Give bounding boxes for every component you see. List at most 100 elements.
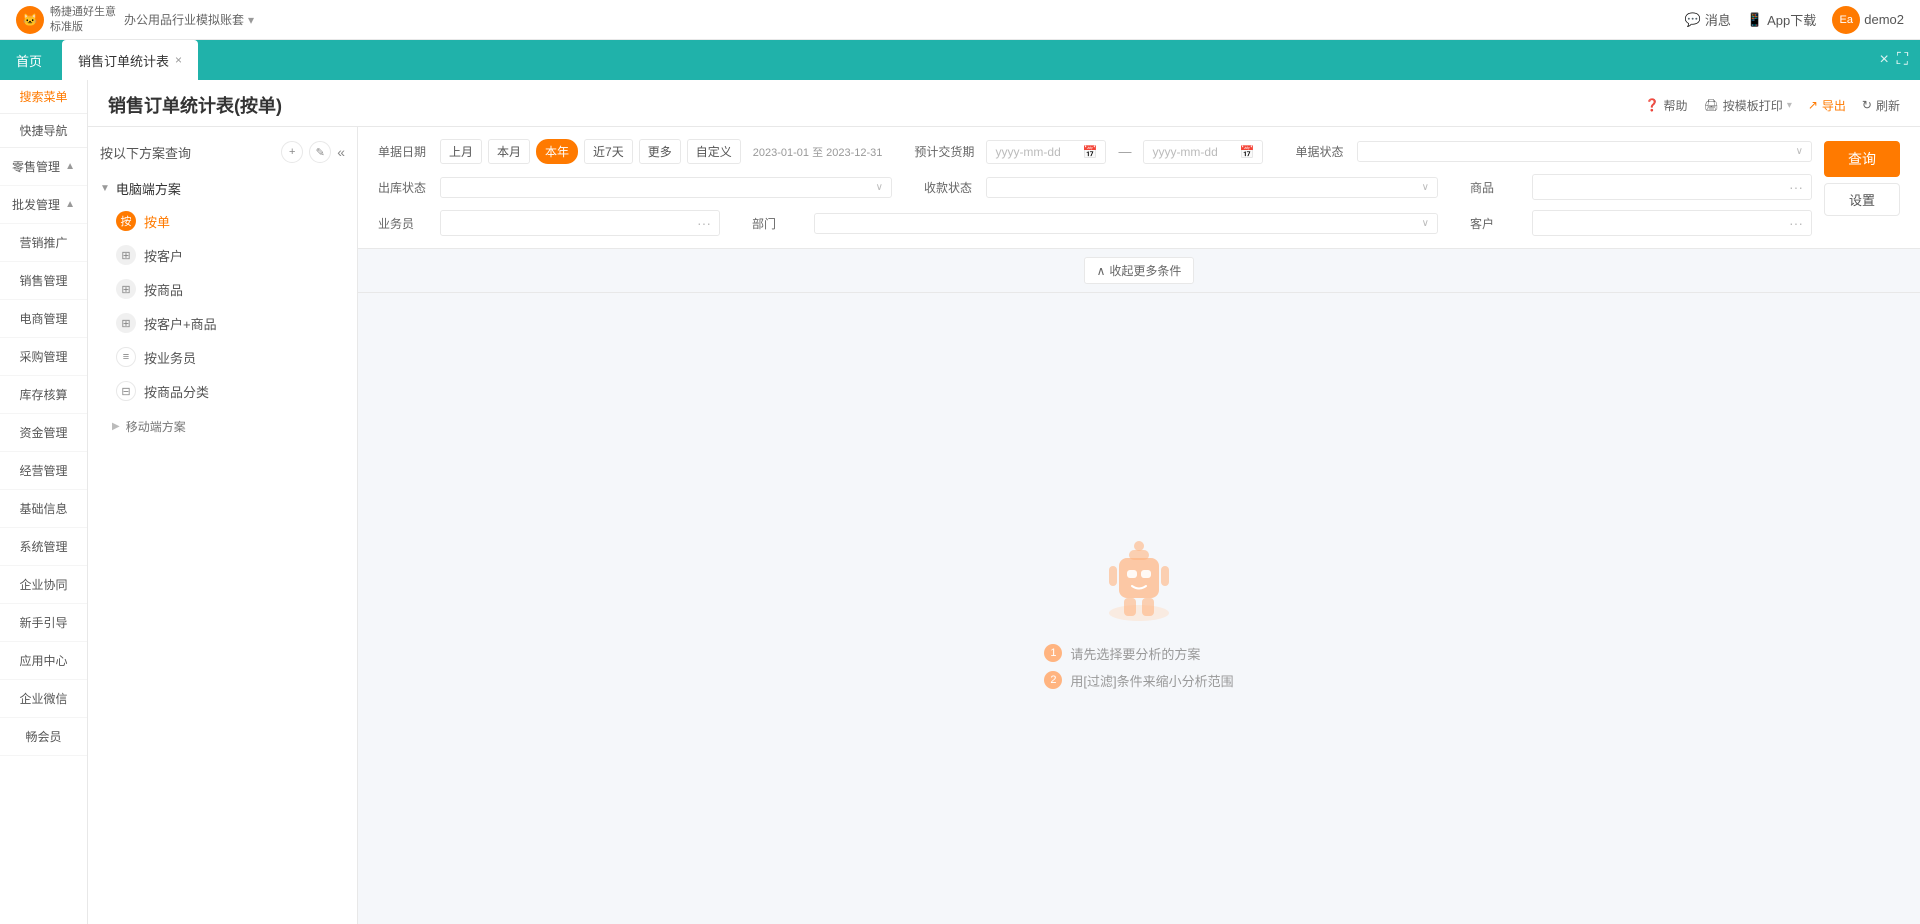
logo-icon: 🐱 bbox=[16, 6, 44, 34]
sidebar-item-basics[interactable]: 基础信息 bbox=[0, 490, 87, 528]
collapse-filters-button[interactable]: ∧ 收起更多条件 bbox=[1084, 257, 1195, 284]
sidebar-item-operations[interactable]: 经营管理 bbox=[0, 452, 87, 490]
content-area: 销售订单统计表(按单) ❓ 帮助 🖨 按模板打印 ▾ ↗ 导出 ↻ 刷新 bbox=[88, 80, 1920, 924]
salesperson-label: 业务员 bbox=[378, 215, 428, 232]
user-menu-button[interactable]: Ea demo2 bbox=[1832, 6, 1904, 34]
query-button[interactable]: 查询 bbox=[1824, 141, 1900, 177]
print-icon: 🖨 bbox=[1704, 98, 1719, 112]
filter-panel: 单据日期 上月 本月 本年 近7天 更多 自定义 2023-01-01 至 20… bbox=[358, 127, 1920, 249]
sidebar-item-system[interactable]: 系统管理 bbox=[0, 528, 87, 566]
tab-maximize-button[interactable]: ⛶ bbox=[1897, 51, 1908, 69]
main-layout: 搜索菜单 快捷导航 零售管理 ▲ 批发管理 ▲ 营销推广 销售管理 电商管理 采… bbox=[0, 80, 1920, 924]
filter-row-1: 单据日期 上月 本月 本年 近7天 更多 自定义 2023-01-01 至 20… bbox=[378, 139, 1812, 164]
app-download-icon: 📱 bbox=[1747, 12, 1763, 28]
department-select[interactable]: ∨ bbox=[814, 213, 1438, 234]
date-buttons: 上月 本月 本年 近7天 更多 自定义 bbox=[440, 139, 741, 164]
payment-status-select[interactable]: ∨ bbox=[986, 177, 1438, 198]
date-btn-7days[interactable]: 近7天 bbox=[584, 139, 633, 164]
scheme-category-toggle[interactable]: ▼ 电脑端方案 bbox=[88, 173, 357, 204]
date-btn-last-month[interactable]: 上月 bbox=[440, 139, 482, 164]
top-bar-left: 🐱 畅捷通好生意 标准版 办公用品行业模拟账套 ▾ bbox=[16, 5, 254, 34]
scheme-item-by-customer[interactable]: ⊞ 按客户 bbox=[88, 238, 357, 272]
scheme-panel-header: 按以下方案查询 + ✎ « bbox=[88, 135, 357, 169]
help-icon: ❓ bbox=[1645, 98, 1660, 112]
status-select[interactable]: ∨ bbox=[1357, 141, 1812, 162]
sidebar-item-appcenter[interactable]: 应用中心 bbox=[0, 642, 87, 680]
refresh-button[interactable]: ↻ 刷新 bbox=[1862, 97, 1900, 114]
logo-area: 🐱 畅捷通好生意 标准版 bbox=[16, 5, 116, 34]
chevron-up-icon: ▲ bbox=[65, 161, 75, 172]
date-btn-more[interactable]: 更多 bbox=[639, 139, 681, 164]
sidebar: 搜索菜单 快捷导航 零售管理 ▲ 批发管理 ▲ 营销推广 销售管理 电商管理 采… bbox=[0, 80, 88, 924]
scheme-item-by-category[interactable]: ⊟ 按商品分类 bbox=[88, 374, 357, 408]
message-button[interactable]: 💬 消息 bbox=[1685, 10, 1731, 29]
filter-row-3: 业务员 ··· 部门 ∨ 客户 bbox=[378, 210, 1812, 236]
goods-dots-icon: ··· bbox=[1789, 179, 1803, 195]
tab-minimize-button[interactable]: × bbox=[1879, 51, 1888, 69]
app-download-button[interactable]: 📱 App下载 bbox=[1747, 10, 1816, 29]
date-btn-custom[interactable]: 自定义 bbox=[687, 139, 741, 164]
scheme-item-by-salesperson[interactable]: ≡ 按业务员 bbox=[88, 340, 357, 374]
sidebar-item-retail[interactable]: 零售管理 ▲ bbox=[0, 148, 87, 186]
scheme-item-icon-bar: ≡ bbox=[116, 347, 136, 367]
sidebar-item-wechat[interactable]: 企业微信 bbox=[0, 680, 87, 718]
query-buttons: 查询 设置 bbox=[1824, 139, 1900, 216]
tab-active[interactable]: 销售订单统计表 × bbox=[62, 40, 198, 80]
salesperson-dots-icon: ··· bbox=[697, 215, 711, 231]
tip-num-2: 2 bbox=[1044, 671, 1062, 689]
date-start-input[interactable]: yyyy-mm-dd 📅 bbox=[986, 140, 1106, 164]
tab-close-icon[interactable]: × bbox=[175, 53, 182, 67]
delivery-status-select[interactable]: ∨ bbox=[440, 177, 892, 198]
salesperson-select[interactable]: ··· bbox=[440, 210, 720, 236]
sidebar-item-ecommerce[interactable]: 电商管理 bbox=[0, 300, 87, 338]
payment-chevron-icon: ∨ bbox=[1422, 182, 1429, 193]
scheme-item-icon-grid: ⊞ bbox=[116, 245, 136, 265]
scheme-collapse-button[interactable]: « bbox=[337, 144, 345, 160]
scheme-item-by-order[interactable]: 按 按单 bbox=[88, 204, 357, 238]
tab-home[interactable]: 首页 bbox=[0, 40, 58, 80]
department-chevron-icon: ∨ bbox=[1422, 218, 1429, 229]
customer-select[interactable]: ··· bbox=[1532, 210, 1812, 236]
help-button[interactable]: ❓ 帮助 bbox=[1645, 97, 1688, 114]
scheme-item-icon-circle: 按 bbox=[116, 211, 136, 231]
collapse-bar: ∧ 收起更多条件 bbox=[358, 249, 1920, 293]
date-btn-this-year[interactable]: 本年 bbox=[536, 139, 578, 164]
sidebar-item-newuser[interactable]: 新手引导 bbox=[0, 604, 87, 642]
chevron-up-icon: ▲ bbox=[65, 199, 75, 210]
goods-select[interactable]: ··· bbox=[1532, 174, 1812, 200]
scheme-category-desktop: ▼ 电脑端方案 按 按单 ⊞ 按客户 ⊞ 按商品 bbox=[88, 169, 357, 412]
tip-num-1: 1 bbox=[1044, 644, 1062, 662]
top-bar-right: 💬 消息 📱 App下载 Ea demo2 bbox=[1685, 6, 1904, 34]
sidebar-item-enterprise[interactable]: 企业协同 bbox=[0, 566, 87, 604]
date-btn-this-month[interactable]: 本月 bbox=[488, 139, 530, 164]
settings-button[interactable]: 设置 bbox=[1824, 183, 1900, 216]
customer-dots-icon: ··· bbox=[1789, 215, 1803, 231]
scheme-add-button[interactable]: + bbox=[281, 141, 303, 163]
sidebar-item-sales[interactable]: 销售管理 bbox=[0, 262, 87, 300]
date-end-input[interactable]: yyyy-mm-dd 📅 bbox=[1143, 140, 1263, 164]
print-button[interactable]: 🖨 按模板打印 ▾ bbox=[1704, 97, 1792, 114]
goods-label: 商品 bbox=[1470, 179, 1520, 196]
tab-bar-actions: × ⛶ bbox=[1879, 51, 1920, 69]
sidebar-quick-nav[interactable]: 快捷导航 bbox=[0, 114, 87, 148]
sidebar-item-finance[interactable]: 资金管理 bbox=[0, 414, 87, 452]
scheme-item-by-customer-goods[interactable]: ⊞ 按客户+商品 bbox=[88, 306, 357, 340]
mobile-category-arrow-icon: ▶ bbox=[112, 421, 120, 432]
breadcrumb-text: 办公用品行业模拟账套 bbox=[124, 11, 244, 28]
top-bar: 🐱 畅捷通好生意 标准版 办公用品行业模拟账套 ▾ 💬 消息 📱 App下载 E… bbox=[0, 0, 1920, 40]
scheme-item-by-goods[interactable]: ⊞ 按商品 bbox=[88, 272, 357, 306]
empty-state: 1 请先选择要分析的方案 2 用[过滤]条件来缩小分析范围 bbox=[1044, 528, 1233, 690]
export-button[interactable]: ↗ 导出 bbox=[1808, 97, 1846, 114]
sidebar-item-wholesale[interactable]: 批发管理 ▲ bbox=[0, 186, 87, 224]
breadcrumb-arrow-icon[interactable]: ▾ bbox=[248, 13, 254, 27]
sidebar-search[interactable]: 搜索菜单 bbox=[0, 80, 87, 114]
sidebar-item-member[interactable]: 畅会员 bbox=[0, 718, 87, 756]
scheme-edit-button[interactable]: ✎ bbox=[309, 141, 331, 163]
sidebar-item-inventory[interactable]: 库存核算 bbox=[0, 376, 87, 414]
scheme-mobile-category[interactable]: ▶ 移动端方案 bbox=[88, 412, 357, 441]
status-chevron-icon: ∨ bbox=[1796, 146, 1803, 157]
sidebar-item-marketing[interactable]: 营销推广 bbox=[0, 224, 87, 262]
message-icon: 💬 bbox=[1685, 12, 1701, 28]
empty-tip-2: 2 用[过滤]条件来缩小分析范围 bbox=[1044, 671, 1233, 690]
sidebar-item-purchase[interactable]: 采购管理 bbox=[0, 338, 87, 376]
